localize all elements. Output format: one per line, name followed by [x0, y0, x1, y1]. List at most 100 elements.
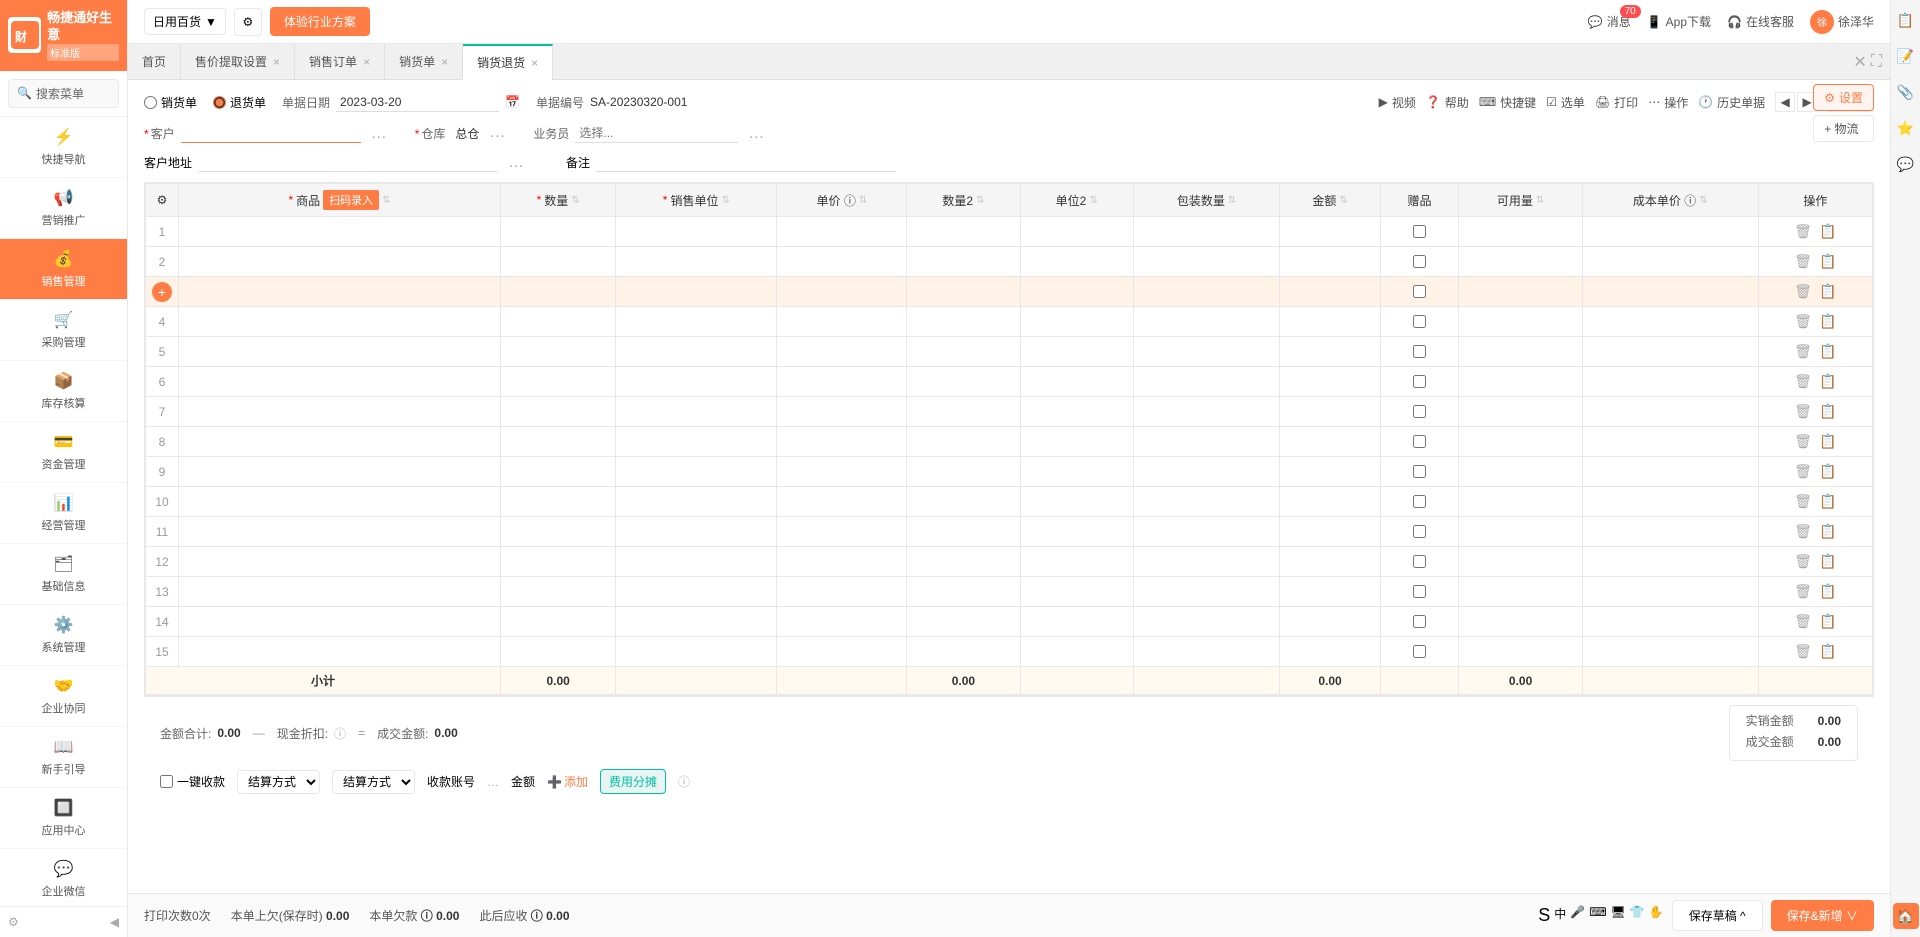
unit2-cell-active[interactable]: [1020, 277, 1133, 307]
gift-cell[interactable]: [1380, 547, 1459, 577]
cell-6[interactable]: [1133, 337, 1279, 367]
cell-4[interactable]: [907, 457, 1020, 487]
cell-10[interactable]: [1582, 397, 1758, 427]
cell-1[interactable]: [501, 577, 616, 607]
cell-9[interactable]: [1459, 397, 1582, 427]
tab-sales-delivery[interactable]: 销货单 ×: [385, 44, 463, 80]
scan-input-button[interactable]: 扫码录入: [323, 190, 379, 210]
add-logistics-button[interactable]: + 物流: [1813, 115, 1874, 142]
cell-3[interactable]: [777, 517, 907, 547]
cell-9[interactable]: [1459, 547, 1582, 577]
gift-cell[interactable]: [1380, 247, 1459, 277]
cell-5[interactable]: [1020, 307, 1133, 337]
delete-row-btn[interactable]: 🗑: [1792, 221, 1814, 242]
gift-checkbox[interactable]: [1413, 405, 1426, 418]
col-unit-price-sort[interactable]: ⇅: [859, 195, 867, 206]
cell-3[interactable]: [777, 547, 907, 577]
cell-1[interactable]: [501, 367, 616, 397]
online-service-button[interactable]: 🎧 在线客服: [1727, 13, 1794, 30]
col-settings[interactable]: ⚙: [146, 184, 179, 217]
cell-10[interactable]: [1582, 427, 1758, 457]
cell-1[interactable]: [501, 487, 616, 517]
bottom-icon-3[interactable]: 🎤: [1570, 905, 1585, 926]
save-draft-button[interactable]: 保存草稿 ^: [1672, 900, 1763, 931]
unit2-cell[interactable]: [1020, 217, 1133, 247]
collapse-icon[interactable]: ◀: [110, 915, 119, 929]
staff-lookup-btn[interactable]: …: [744, 125, 768, 143]
cell-2[interactable]: [616, 337, 777, 367]
remark-input[interactable]: [596, 153, 896, 172]
add-row-button[interactable]: +: [152, 282, 172, 302]
unit-price-cell-active[interactable]: [777, 277, 907, 307]
cell-2[interactable]: [616, 607, 777, 637]
sales-unit-cell[interactable]: [616, 247, 777, 277]
cell-6[interactable]: [1133, 367, 1279, 397]
cell-0[interactable]: [179, 367, 501, 397]
col-qty-sort[interactable]: ⇅: [571, 195, 579, 206]
cell-7[interactable]: [1280, 457, 1380, 487]
gift-cell[interactable]: [1380, 637, 1459, 667]
calendar-icon[interactable]: 📅: [505, 95, 520, 109]
cell-9[interactable]: [1459, 367, 1582, 397]
cell-0[interactable]: [179, 517, 501, 547]
sidebar-item-wechat[interactable]: 💬 企业微信: [0, 849, 127, 906]
copy-row-btn[interactable]: 📋: [1817, 341, 1838, 362]
pkg-qty-cell[interactable]: [1133, 247, 1279, 277]
copy-row-btn[interactable]: 📋: [1817, 281, 1838, 302]
cell-4[interactable]: [907, 487, 1020, 517]
gift-cell-active[interactable]: [1380, 277, 1459, 307]
cell-5[interactable]: [1020, 547, 1133, 577]
tab-sales-order-close[interactable]: ×: [363, 55, 370, 69]
customer-input[interactable]: [181, 124, 361, 143]
copy-row-btn[interactable]: 📋: [1817, 521, 1838, 542]
copy-row-btn[interactable]: 📋: [1817, 371, 1838, 392]
copy-row-btn[interactable]: 📋: [1817, 581, 1838, 602]
close-tab-icon[interactable]: ✕: [1853, 52, 1866, 72]
cell-6[interactable]: [1133, 637, 1279, 667]
shortcut-btn[interactable]: ⌨ 快捷键: [1479, 94, 1536, 111]
cell-7[interactable]: [1280, 547, 1380, 577]
cell-5[interactable]: [1020, 457, 1133, 487]
cell-9[interactable]: [1459, 427, 1582, 457]
bottom-icon-1[interactable]: S: [1538, 905, 1550, 926]
cell-7[interactable]: [1280, 427, 1380, 457]
sidebar-item-newuser[interactable]: 📖 新手引导: [0, 727, 127, 788]
product-cell[interactable]: [179, 217, 501, 247]
delete-row-btn[interactable]: 🗑: [1792, 341, 1814, 362]
cell-0[interactable]: [179, 607, 501, 637]
gift-checkbox[interactable]: [1413, 495, 1426, 508]
radio-sales[interactable]: 销货单: [144, 94, 197, 111]
right-panel-icon-4[interactable]: ⭐: [1894, 116, 1918, 140]
warehouse-lookup-btn[interactable]: …: [485, 124, 509, 142]
right-panel-icon-1[interactable]: 📋: [1894, 8, 1918, 32]
bottom-icon-6[interactable]: 👕: [1630, 905, 1645, 926]
gift-cell[interactable]: [1380, 397, 1459, 427]
maximize-icon[interactable]: ⛶: [1871, 53, 1882, 71]
fee-split-button[interactable]: 费用分摊: [600, 769, 666, 794]
gift-cell[interactable]: [1380, 607, 1459, 637]
cell-6[interactable]: [1133, 487, 1279, 517]
cost-price-cell-active[interactable]: [1582, 277, 1758, 307]
qty-cell-active[interactable]: [501, 277, 616, 307]
available-cell[interactable]: [1459, 217, 1582, 247]
cell-4[interactable]: [907, 367, 1020, 397]
cell-4[interactable]: [907, 607, 1020, 637]
cell-0[interactable]: [179, 547, 501, 577]
col-sales-unit-sort[interactable]: ⇅: [721, 195, 729, 206]
bottom-icon-4[interactable]: ⌨: [1589, 905, 1606, 926]
gift-checkbox[interactable]: [1413, 645, 1426, 658]
trial-button[interactable]: 体验行业方案: [270, 7, 370, 36]
available-cell-active[interactable]: [1459, 277, 1582, 307]
delete-row-btn[interactable]: 🗑: [1792, 371, 1814, 392]
cell-0[interactable]: [179, 487, 501, 517]
radio-return-input[interactable]: [213, 96, 226, 109]
copy-row-btn[interactable]: 📋: [1817, 431, 1838, 452]
col-unit2-sort[interactable]: ⇅: [1089, 195, 1097, 206]
tab-sales-return-close[interactable]: ×: [531, 56, 538, 70]
gift-checkbox[interactable]: [1413, 375, 1426, 388]
cell-3[interactable]: [777, 397, 907, 427]
cell-5[interactable]: [1020, 487, 1133, 517]
settings-button[interactable]: ⚙ 设置: [1813, 84, 1874, 111]
col-pkg-qty-sort[interactable]: ⇅: [1228, 195, 1236, 206]
tab-price-settings[interactable]: 售价提取设置 ×: [181, 44, 295, 80]
